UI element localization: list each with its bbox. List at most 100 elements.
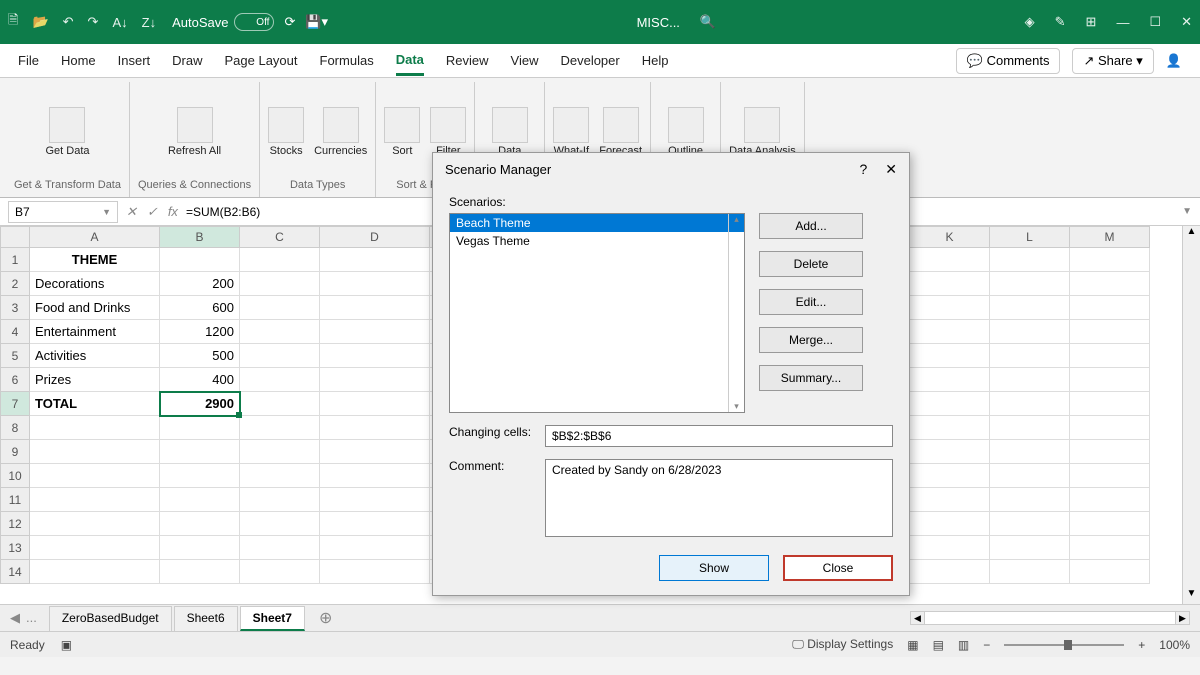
cell[interactable] [990, 536, 1070, 560]
cell[interactable] [30, 536, 160, 560]
save-icon[interactable]: 💾▾ [305, 14, 328, 30]
cell[interactable] [990, 512, 1070, 536]
cell[interactable] [990, 296, 1070, 320]
cell[interactable] [160, 536, 240, 560]
sort-desc-icon[interactable]: Z↓ [142, 15, 156, 30]
cell[interactable] [910, 560, 990, 584]
tab-data[interactable]: Data [396, 46, 424, 76]
cell[interactable] [910, 272, 990, 296]
sheet-tab-sheet6[interactable]: Sheet6 [174, 606, 238, 631]
cancel-formula-icon[interactable]: ✕ [126, 204, 137, 220]
scenario-item[interactable]: Beach Theme [450, 214, 744, 232]
row-header[interactable]: 1 [0, 248, 30, 272]
cell[interactable] [320, 368, 430, 392]
zoom-in-icon[interactable]: + [1138, 638, 1145, 652]
dialog-close-icon[interactable]: ✕ [885, 161, 897, 178]
help-icon[interactable]: ? [859, 161, 867, 178]
scenario-item[interactable]: Vegas Theme [450, 232, 744, 250]
cell[interactable] [320, 392, 430, 416]
cell[interactable] [990, 320, 1070, 344]
tab-insert[interactable]: Insert [118, 47, 151, 74]
tab-developer[interactable]: Developer [560, 47, 619, 74]
cell[interactable] [320, 512, 430, 536]
cell[interactable] [910, 416, 990, 440]
cell[interactable] [240, 512, 320, 536]
col-header[interactable]: K [910, 226, 990, 248]
fx-icon[interactable]: fx [168, 204, 178, 220]
cell[interactable] [30, 512, 160, 536]
sheet-nav-prev-icon[interactable]: ◀ [10, 610, 20, 626]
cell[interactable] [320, 464, 430, 488]
cell[interactable] [1070, 392, 1150, 416]
window-icon[interactable]: ⊞ [1086, 14, 1097, 30]
cell[interactable] [240, 248, 320, 272]
cell[interactable] [30, 560, 160, 584]
cell[interactable] [910, 440, 990, 464]
sheet-tab-sheet7[interactable]: Sheet7 [240, 606, 305, 631]
cell[interactable]: 1200 [160, 320, 240, 344]
cell[interactable] [320, 320, 430, 344]
cell[interactable] [320, 416, 430, 440]
horizontal-scrollbar[interactable]: ◀ ▶ [910, 611, 1190, 625]
cell[interactable]: THEME [30, 248, 160, 272]
name-box[interactable]: B7▼ [8, 201, 118, 223]
formula-input[interactable]: =SUM(B2:B6) [186, 205, 260, 219]
cell[interactable]: 600 [160, 296, 240, 320]
cell[interactable] [910, 320, 990, 344]
maximize-icon[interactable]: ☐ [1149, 14, 1161, 30]
ribbon-filter[interactable]: Filter [430, 107, 466, 157]
tab-formulas[interactable]: Formulas [320, 47, 374, 74]
autosave[interactable]: AutoSave Off [172, 13, 274, 31]
row-header[interactable]: 3 [0, 296, 30, 320]
row-header[interactable]: 5 [0, 344, 30, 368]
cell[interactable] [990, 392, 1070, 416]
cell[interactable] [240, 488, 320, 512]
row-header[interactable]: 2 [0, 272, 30, 296]
cell[interactable] [160, 416, 240, 440]
cell[interactable] [1070, 272, 1150, 296]
cell[interactable] [1070, 344, 1150, 368]
record-macro-icon[interactable]: ▣ [61, 638, 72, 652]
zoom-level[interactable]: 100% [1159, 638, 1190, 652]
autosave-toggle[interactable]: Off [234, 13, 274, 31]
cell[interactable] [1070, 368, 1150, 392]
ribbon-sort[interactable]: Sort [384, 107, 420, 157]
cell[interactable]: Entertainment [30, 320, 160, 344]
dialog-titlebar[interactable]: Scenario Manager ? ✕ [433, 153, 909, 185]
sheet-nav-more[interactable]: ... [26, 610, 37, 626]
cell[interactable] [240, 296, 320, 320]
cell[interactable] [910, 512, 990, 536]
cell[interactable]: Activities [30, 344, 160, 368]
vertical-scrollbar[interactable]: ▲ ▼ [1182, 226, 1200, 604]
scenarios-listbox[interactable]: Beach ThemeVegas Theme▴▾ [449, 213, 745, 413]
zoom-slider[interactable] [1004, 644, 1124, 646]
tab-draw[interactable]: Draw [172, 47, 202, 74]
ribbon-forecast[interactable]: Forecast [599, 107, 642, 157]
cell[interactable]: Prizes [30, 368, 160, 392]
cell[interactable] [910, 536, 990, 560]
row-header[interactable]: 14 [0, 560, 30, 584]
confirm-formula-icon[interactable]: ✓ [147, 204, 158, 220]
cell[interactable]: Food and Drinks [30, 296, 160, 320]
cell[interactable]: TOTAL [30, 392, 160, 416]
share-button[interactable]: ↗ Share ▾ [1072, 48, 1153, 74]
ribbon-data[interactable]: Data [492, 107, 528, 157]
col-header[interactable]: B [160, 226, 240, 248]
cell[interactable] [160, 512, 240, 536]
view-normal-icon[interactable]: ▦ [907, 638, 918, 652]
cell[interactable] [990, 464, 1070, 488]
sort-asc-icon[interactable]: A↓ [112, 15, 127, 30]
cell[interactable] [1070, 416, 1150, 440]
comments-button[interactable]: 💬 Comments [956, 48, 1061, 74]
row-header[interactable]: 6 [0, 368, 30, 392]
cell[interactable] [910, 392, 990, 416]
cell[interactable] [910, 296, 990, 320]
ribbon-get-data[interactable]: Get Data [45, 107, 89, 157]
cell[interactable] [320, 248, 430, 272]
cell[interactable] [240, 344, 320, 368]
ribbon-what-if[interactable]: What-If [553, 107, 589, 157]
tab-help[interactable]: Help [642, 47, 669, 74]
cell[interactable] [320, 272, 430, 296]
cell[interactable] [160, 560, 240, 584]
row-header[interactable]: 12 [0, 512, 30, 536]
